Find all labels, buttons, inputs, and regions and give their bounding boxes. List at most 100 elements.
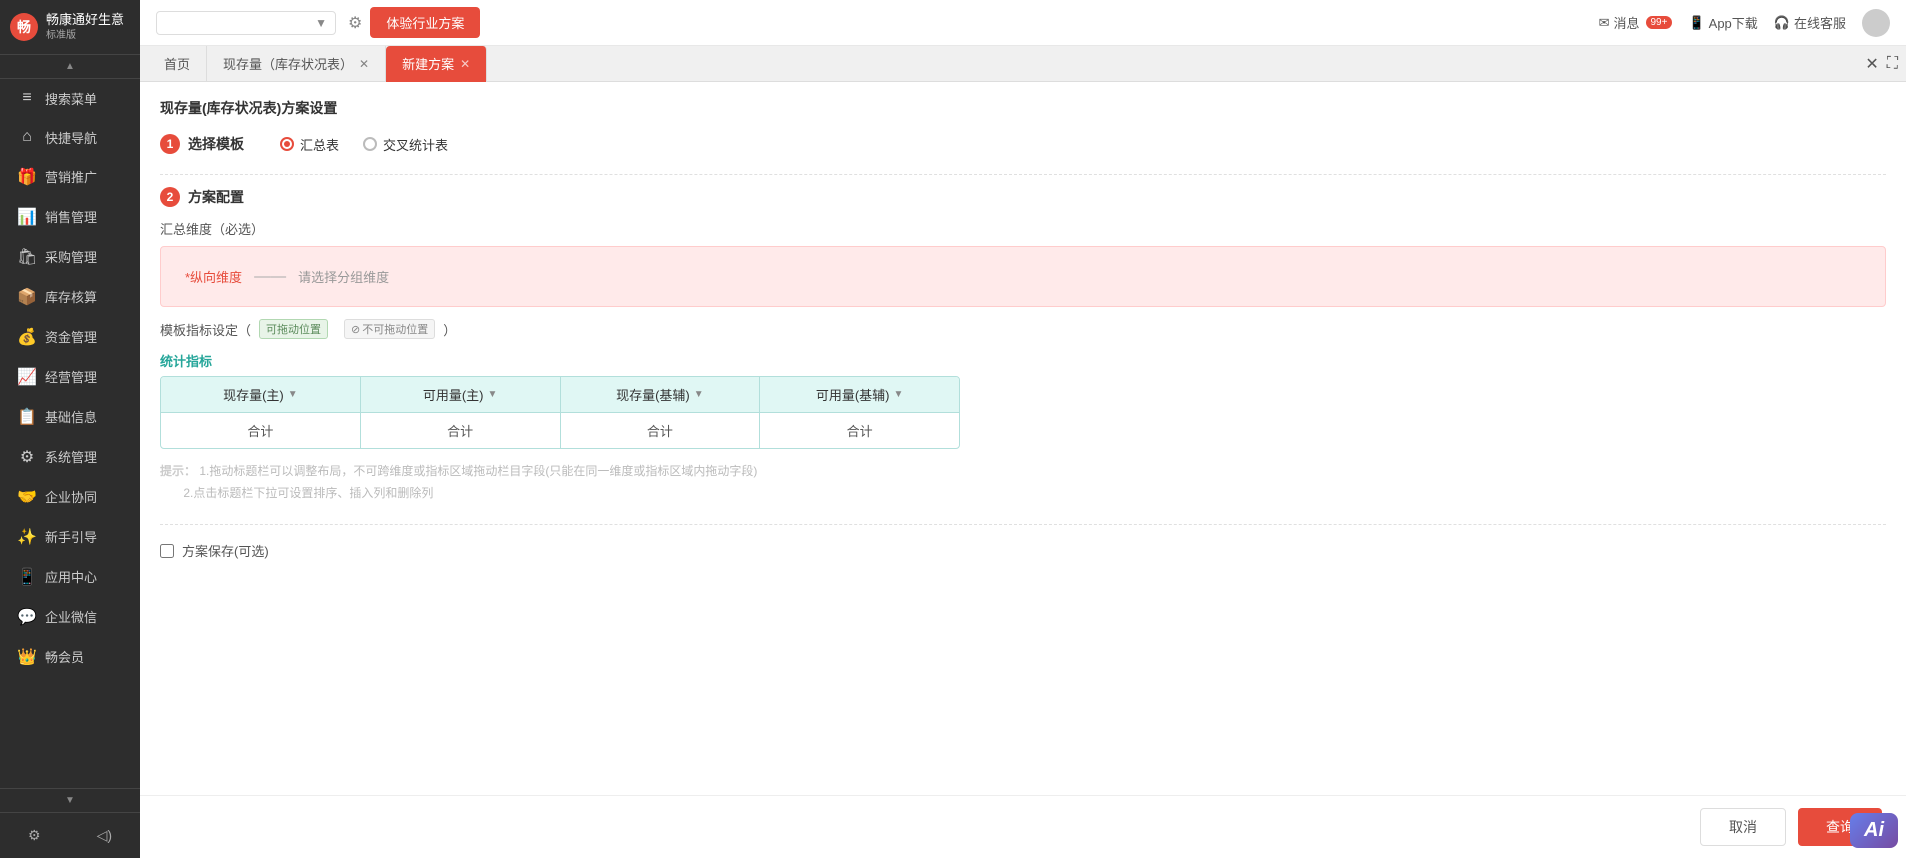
online-service-item[interactable]: 🎧 在线客服: [1774, 13, 1846, 32]
tab-home[interactable]: 首页: [148, 46, 207, 82]
stats-col-2-header[interactable]: 可用量(主) ▼: [361, 377, 560, 413]
settings-bottom-icon[interactable]: ⚙: [22, 821, 47, 850]
main-area: ▼ ⚙ 体验行业方案 ✉ 消息 99+ 📱 App下载 🎧 在线客服 首页: [140, 0, 1906, 858]
sidebar-item-label: 经营管理: [45, 367, 97, 386]
sidebar-item-app-center[interactable]: 📱 应用中心: [0, 557, 140, 597]
system-icon: ⚙: [17, 447, 37, 467]
app-subtitle: 标准版: [46, 29, 124, 42]
sidebar-item-inventory[interactable]: 📦 库存核算: [0, 277, 140, 317]
tab-new-scheme-close[interactable]: ✕: [460, 57, 470, 71]
sidebar-item-label: 销售管理: [45, 207, 97, 226]
close-all-icon[interactable]: ✕: [1865, 54, 1878, 74]
stats-col-1-header[interactable]: 现存量(主) ▼: [161, 377, 360, 413]
radio-summary[interactable]: 汇总表: [280, 135, 339, 154]
stats-col-4-chevron[interactable]: ▼: [894, 389, 904, 400]
user-avatar[interactable]: [1862, 9, 1890, 37]
stats-table-header: 现存量(主) ▼ 可用量(主) ▼ 现存量(基辅) ▼: [161, 377, 959, 413]
audio-bottom-icon[interactable]: ◁): [91, 821, 118, 850]
drag-badge: 可拖动位置: [259, 319, 328, 339]
expand-icon[interactable]: ⛶: [1887, 55, 1898, 73]
sidebar-item-label: 快捷导航: [45, 128, 97, 147]
sidebar-item-enterprise[interactable]: 🤝 企业协同: [0, 477, 140, 517]
enterprise-icon: 🤝: [17, 487, 37, 507]
logo-icon: 畅: [10, 13, 38, 41]
stats-body-col-3: 合计: [561, 413, 761, 448]
radio-cross[interactable]: 交叉统计表: [363, 135, 448, 154]
stats-col-2-chevron[interactable]: ▼: [488, 389, 498, 400]
sidebar-item-wechat[interactable]: 💬 企业微信: [0, 597, 140, 637]
app-logo: 畅 畅康通好生意 标准版: [0, 0, 140, 55]
divider2: [160, 524, 1886, 525]
stats-col-1-label: 现存量(主): [223, 385, 284, 404]
tab-inventory-status-close[interactable]: ✕: [359, 57, 369, 71]
sidebar-item-label: 库存核算: [45, 287, 97, 306]
sidebar-item-label: 企业微信: [45, 607, 97, 626]
tip-item-2: 2.点击标题栏下拉可设置排序、插入列和删除列: [183, 486, 433, 500]
step2-section: 2 方案配置 汇总维度（必选） *纵向维度 —— 请选择分组维度 模板指标设定（…: [160, 187, 1886, 504]
sidebar-item-label: 资金管理: [45, 327, 97, 346]
scroll-up-arrow[interactable]: ▲: [63, 59, 77, 74]
sidebar-item-label: 搜索菜单: [45, 89, 97, 108]
stats-col-3: 现存量(基辅) ▼: [561, 377, 761, 413]
headset-icon: 🎧: [1774, 15, 1790, 31]
sidebar-item-marketing[interactable]: 🎁 营销推广: [0, 157, 140, 197]
tab-new-scheme[interactable]: 新建方案 ✕: [386, 46, 487, 82]
sidebar-item-quick-nav[interactable]: ⌂ 快捷导航: [0, 118, 140, 157]
content-area: 现存量(库存状况表)方案设置 1 选择模板 汇总表 交叉统计表: [140, 82, 1906, 858]
step1-badge: 1: [160, 134, 180, 154]
stats-body-col-2-value: 合计: [361, 413, 560, 448]
search-input[interactable]: [165, 16, 311, 30]
finance-icon: 💰: [17, 327, 37, 347]
chevron-down-icon[interactable]: ▼: [315, 16, 327, 30]
ai-badge[interactable]: Ai: [1850, 813, 1898, 848]
sidebar-item-label: 系统管理: [45, 447, 97, 466]
industry-btn[interactable]: 体验行业方案: [370, 7, 480, 38]
stats-body-col-4: 合计: [760, 413, 959, 448]
stats-col-4-header[interactable]: 可用量(基辅) ▼: [760, 377, 959, 413]
sidebar-item-label: 营销推广: [45, 167, 97, 186]
stats-col-3-chevron[interactable]: ▼: [694, 389, 704, 400]
stats-col-3-header[interactable]: 现存量(基辅) ▼: [561, 377, 760, 413]
search-input-area[interactable]: ▼: [156, 11, 336, 35]
sidebar-item-operations[interactable]: 📈 经营管理: [0, 357, 140, 397]
inventory-icon: 📦: [17, 287, 37, 307]
tabbar-actions: ✕ ⛶: [1865, 54, 1898, 74]
sidebar-item-search-menu[interactable]: ≡ 搜索菜单: [0, 79, 140, 118]
sidebar-item-label: 新手引导: [45, 527, 97, 546]
sidebar-item-system[interactable]: ⚙ 系统管理: [0, 437, 140, 477]
radio-summary-circle[interactable]: [280, 137, 294, 151]
app-download-item[interactable]: 📱 App下载: [1688, 13, 1757, 32]
dimension-placeholder-text[interactable]: 请选择分组维度: [298, 267, 389, 286]
app-title: 畅康通好生意: [46, 12, 124, 29]
step1-section: 1 选择模板 汇总表 交叉统计表: [160, 134, 1886, 154]
dimension-box: *纵向维度 —— 请选择分组维度: [160, 246, 1886, 307]
sidebar-item-newbie[interactable]: ✨ 新手引导: [0, 517, 140, 557]
stats-body-col-2: 合计: [361, 413, 561, 448]
stats-body-col-1: 合计: [161, 413, 361, 448]
messages-item[interactable]: ✉ 消息 99+: [1599, 13, 1673, 32]
stats-col-2-label: 可用量(主): [423, 385, 484, 404]
member-icon: 👑: [17, 647, 37, 667]
tab-inventory-status[interactable]: 现存量（库存状况表） ✕: [207, 46, 386, 82]
stats-col-2: 可用量(主) ▼: [361, 377, 561, 413]
sidebar-item-base-info[interactable]: 📋 基础信息: [0, 397, 140, 437]
sidebar-item-finance[interactable]: 💰 资金管理: [0, 317, 140, 357]
scroll-down-arrow[interactable]: ▼: [63, 793, 77, 808]
stats-col-1-chevron[interactable]: ▼: [288, 389, 298, 400]
gear-icon[interactable]: ⚙: [348, 13, 362, 33]
no-drag-icon: ⊘: [351, 323, 360, 336]
tip-item-2-indent: [160, 486, 180, 500]
template-options: 汇总表 交叉统计表: [252, 135, 448, 154]
save-checkbox[interactable]: [160, 544, 174, 558]
stats-col-3-label: 现存量(基辅): [616, 385, 690, 404]
sidebar-item-sales[interactable]: 📊 销售管理: [0, 197, 140, 237]
stats-table-body: 合计 合计 合计 合计: [161, 413, 959, 448]
radio-cross-circle[interactable]: [363, 137, 377, 151]
sidebar-item-member[interactable]: 👑 畅会员: [0, 637, 140, 677]
sidebar-item-purchase[interactable]: 🛍 采购管理: [0, 237, 140, 277]
sidebar-item-label: 企业协同: [45, 487, 97, 506]
stats-label: 统计指标: [160, 351, 1886, 370]
cancel-button[interactable]: 取消: [1700, 808, 1786, 846]
app-center-icon: 📱: [17, 567, 37, 587]
radio-summary-label: 汇总表: [300, 135, 339, 154]
